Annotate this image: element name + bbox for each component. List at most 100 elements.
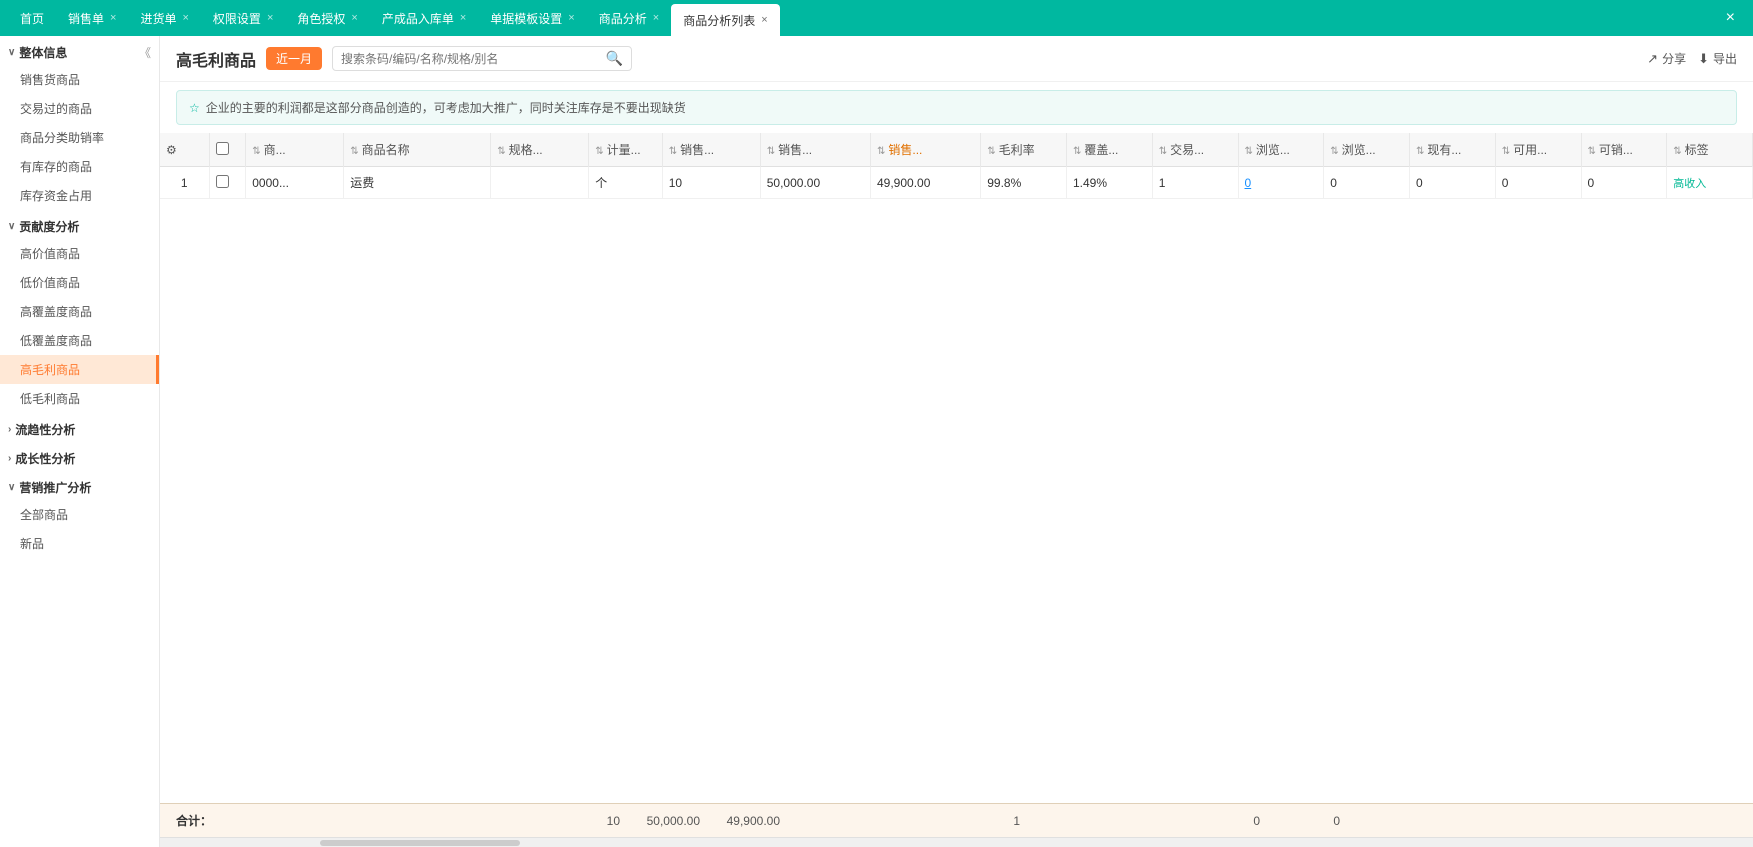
nav-role[interactable]: 角色授权 × <box>285 0 369 36</box>
col-available[interactable]: ⇅可用... <box>1495 133 1581 167</box>
col-sales3[interactable]: ⇅销售... <box>871 133 981 167</box>
cell-coverage: 1.49% <box>1067 167 1153 199</box>
col-gross-rate[interactable]: ⇅毛利率 <box>981 133 1067 167</box>
sidebar-item-low-coverage[interactable]: 低覆盖度商品 <box>0 326 159 355</box>
sidebar-item-stock-capital[interactable]: 库存资金占用 <box>0 181 159 210</box>
col-code[interactable]: ⇅商... <box>246 133 344 167</box>
sidebar-item-in-stock[interactable]: 有库存的商品 <box>0 152 159 181</box>
table-row: 1 0000... 运费 个 10 50,000.00 49,900.00 99… <box>160 167 1753 199</box>
footer-trade: 1 <box>946 814 1026 828</box>
sidebar-item-sales-goods[interactable]: 销售货商品 <box>0 65 159 94</box>
sidebar-group-marketing[interactable]: ∨ 营销推广分析 <box>0 471 159 500</box>
sidebar-item-category-sales[interactable]: 商品分类助销率 <box>0 123 159 152</box>
cell-available: 0 <box>1495 167 1581 199</box>
cell-unit: 个 <box>589 167 663 199</box>
sidebar-group-growth[interactable]: › 成长性分析 <box>0 442 159 471</box>
close-analysis-tab[interactable]: × <box>653 12 659 24</box>
footer-sales1: 10 <box>546 814 626 828</box>
select-all-checkbox[interactable] <box>216 142 229 155</box>
nav-sales[interactable]: 销售单 × <box>56 0 128 36</box>
overall-arrow-icon: ∨ <box>8 47 15 58</box>
close-product-inbound-tab[interactable]: × <box>460 12 466 24</box>
sidebar-item-high-margin[interactable]: 高毛利商品 <box>0 355 159 384</box>
bottom-scrollbar[interactable] <box>160 837 1753 847</box>
cell-num: 1 <box>160 167 209 199</box>
share-button[interactable]: ↗ 分享 <box>1647 50 1686 67</box>
col-coverage[interactable]: ⇅覆盖... <box>1067 133 1153 167</box>
nav-product-analysis-list[interactable]: 商品分析列表 × <box>671 4 779 36</box>
growth-arrow-icon: › <box>8 453 11 464</box>
close-role-tab[interactable]: × <box>351 12 357 24</box>
table-header-row: ⚙ ⇅商... ⇅商品名称 ⇅规格... ⇅计量... ⇅销售... ⇅销售..… <box>160 133 1753 167</box>
col-saleable[interactable]: ⇅可销... <box>1581 133 1667 167</box>
table-footer: 合计： 10 50,000.00 49,900.00 1 0 0 <box>160 803 1753 837</box>
sidebar-item-low-margin[interactable]: 低毛利商品 <box>0 384 159 413</box>
nav-product-inbound[interactable]: 产成品入库单 × <box>370 0 478 36</box>
close-purchase-tab[interactable]: × <box>182 12 188 24</box>
sidebar-item-low-value[interactable]: 低价值商品 <box>0 268 159 297</box>
page-title: 高毛利商品 <box>176 47 256 71</box>
col-sales1[interactable]: ⇅销售... <box>662 133 760 167</box>
data-table-wrap: ⚙ ⇅商... ⇅商品名称 ⇅规格... ⇅计量... ⇅销售... ⇅销售..… <box>160 133 1753 803</box>
cell-tag: 高收入 <box>1667 167 1753 199</box>
nav-template[interactable]: 单据模板设置 × <box>478 0 586 36</box>
footer-sales2: 50,000.00 <box>626 814 706 828</box>
col-settings[interactable]: ⚙ <box>160 133 209 167</box>
sidebar-item-traded-goods[interactable]: 交易过的商品 <box>0 94 159 123</box>
footer-label: 合计： <box>176 812 236 829</box>
nav-home[interactable]: 首页 <box>8 0 56 36</box>
sidebar-group-flow[interactable]: › 流趋性分析 <box>0 413 159 442</box>
col-name[interactable]: ⇅商品名称 <box>344 133 491 167</box>
sidebar-collapse-button[interactable]: 《 <box>139 44 151 61</box>
window-close-button[interactable]: × <box>1716 9 1745 27</box>
flow-arrow-icon: › <box>8 424 11 435</box>
sidebar-group-contribution[interactable]: ∨ 贡献度分析 <box>0 210 159 239</box>
header-actions: ↗ 分享 ⬇ 导出 <box>1647 50 1737 67</box>
export-icon: ⬇ <box>1698 51 1709 67</box>
col-checkbox[interactable] <box>209 133 246 167</box>
cell-checkbox[interactable] <box>209 167 246 199</box>
cell-code: 0000... <box>246 167 344 199</box>
col-trade[interactable]: ⇅交易... <box>1152 133 1238 167</box>
nav-purchase[interactable]: 进货单 × <box>128 0 200 36</box>
col-current[interactable]: ⇅现有... <box>1410 133 1496 167</box>
col-spec[interactable]: ⇅规格... <box>491 133 589 167</box>
cell-sales1: 10 <box>662 167 760 199</box>
contribution-arrow-icon: ∨ <box>8 221 15 232</box>
footer-current: 0 <box>1186 814 1266 828</box>
nav-permission[interactable]: 权限设置 × <box>201 0 285 36</box>
col-browse1[interactable]: ⇅浏览... <box>1238 133 1324 167</box>
data-table: ⚙ ⇅商... ⇅商品名称 ⇅规格... ⇅计量... ⇅销售... ⇅销售..… <box>160 133 1753 199</box>
close-analysis-list-tab[interactable]: × <box>761 14 767 26</box>
cell-name: 运费 <box>344 167 491 199</box>
marketing-arrow-icon: ∨ <box>8 482 15 493</box>
nav-product-analysis[interactable]: 商品分析 × <box>587 0 671 36</box>
cell-current: 0 <box>1410 167 1496 199</box>
search-icon[interactable]: 🔍 <box>606 50 623 67</box>
col-unit[interactable]: ⇅计量... <box>589 133 663 167</box>
sidebar: 《 ∨ 整体信息 销售货商品 交易过的商品 商品分类助销率 有库存的商品 库存资… <box>0 36 160 847</box>
footer-sales3: 49,900.00 <box>706 814 786 828</box>
cell-browse2: 0 <box>1324 167 1410 199</box>
export-button[interactable]: ⬇ 导出 <box>1698 50 1737 67</box>
sidebar-item-high-coverage[interactable]: 高覆盖度商品 <box>0 297 159 326</box>
col-tag[interactable]: ⇅标签 <box>1667 133 1753 167</box>
top-nav-bar: 首页 销售单 × 进货单 × 权限设置 × 角色授权 × 产成品入库单 × 单据… <box>0 0 1753 36</box>
sidebar-item-high-value[interactable]: 高价值商品 <box>0 239 159 268</box>
sidebar-item-all-goods[interactable]: 全部商品 <box>0 500 159 529</box>
content-area: 高毛利商品 近一月 🔍 ↗ 分享 ⬇ 导出 <box>160 36 1753 847</box>
cell-sales3: 49,900.00 <box>871 167 981 199</box>
sidebar-item-new-goods[interactable]: 新品 <box>0 529 159 558</box>
search-input[interactable] <box>341 52 602 66</box>
sidebar-group-overall[interactable]: ∨ 整体信息 <box>0 36 159 65</box>
col-sales2[interactable]: ⇅销售... <box>760 133 870 167</box>
cell-trade: 1 <box>1152 167 1238 199</box>
cell-browse1[interactable]: 0 <box>1238 167 1324 199</box>
close-template-tab[interactable]: × <box>568 12 574 24</box>
close-sales-tab[interactable]: × <box>110 12 116 24</box>
col-browse2[interactable]: ⇅浏览... <box>1324 133 1410 167</box>
close-permission-tab[interactable]: × <box>267 12 273 24</box>
date-range-button[interactable]: 近一月 <box>266 47 322 70</box>
scrollbar-thumb[interactable] <box>320 840 520 846</box>
row-checkbox[interactable] <box>216 175 229 188</box>
